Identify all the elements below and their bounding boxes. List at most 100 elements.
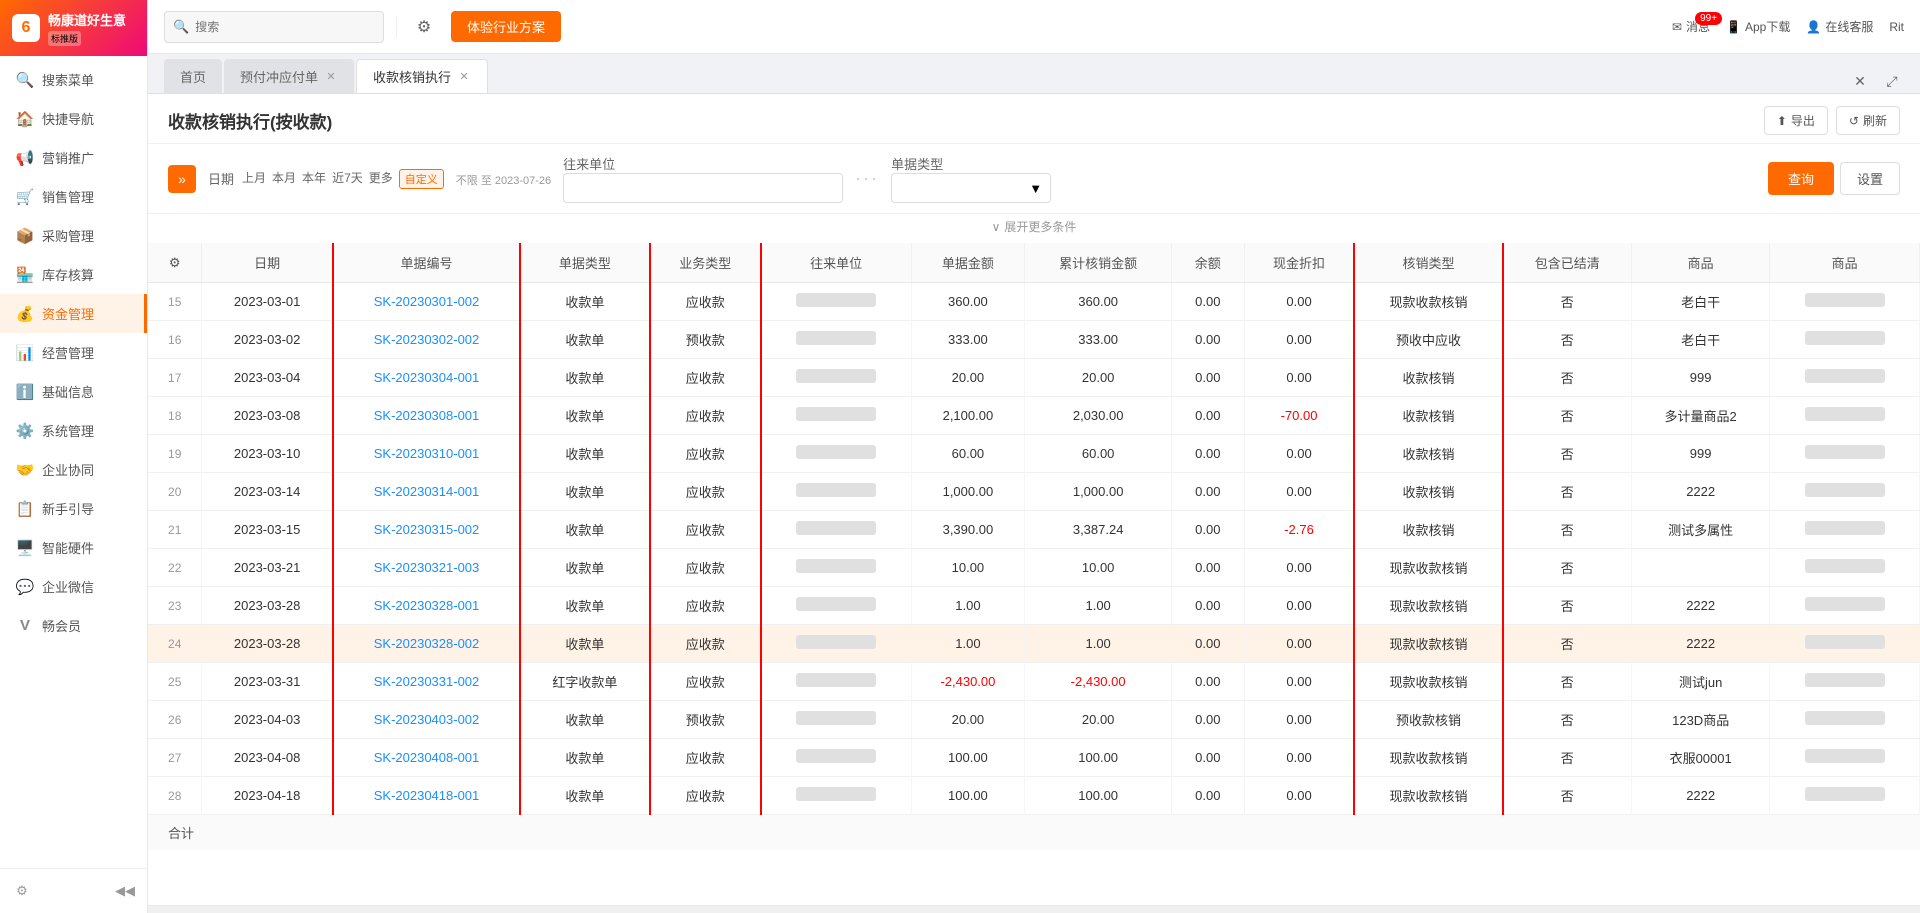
doc-no-link[interactable]: SK-20230418-001: [374, 788, 480, 803]
table-cell: [1770, 435, 1920, 473]
search-menu-icon: 🔍: [16, 71, 34, 89]
solution-btn[interactable]: 体验行业方案: [451, 11, 561, 42]
col-biz-type[interactable]: 业务类型: [650, 243, 761, 283]
filter-unit-input[interactable]: [563, 173, 843, 203]
maximize-btn[interactable]: ⤢: [1880, 69, 1904, 93]
sidebar-item-corp[interactable]: 🤝 企业协同: [0, 450, 147, 489]
settings-footer-btn[interactable]: ⚙: [8, 877, 36, 905]
table-cell: 收款单: [520, 739, 650, 777]
sidebar-item-basic[interactable]: ℹ️ 基础信息: [0, 372, 147, 411]
doc-no-link[interactable]: SK-20230403-002: [374, 712, 480, 727]
tab-home[interactable]: 首页: [164, 59, 222, 93]
topbar-search-input[interactable]: [195, 20, 375, 34]
table-cell: 否: [1503, 397, 1632, 435]
col-cancel-amount[interactable]: 累计核销金额: [1025, 243, 1172, 283]
table-cell: 333.00: [911, 321, 1025, 359]
table-row: 282023-04-18SK-20230418-001收款单应收款100.001…: [148, 777, 1920, 815]
doc-no-link[interactable]: SK-20230328-001: [374, 598, 480, 613]
table-cell: [1770, 359, 1920, 397]
table-cell: 25: [148, 663, 202, 701]
doc-no-link[interactable]: SK-20230308-001: [374, 408, 480, 423]
sidebar-item-wechat[interactable]: 💬 企业微信: [0, 567, 147, 606]
col-doc-type[interactable]: 单据类型: [520, 243, 650, 283]
refresh-btn[interactable]: ↺ 刷新: [1836, 106, 1900, 135]
sidebar-item-search[interactable]: 🔍 搜索菜单: [0, 60, 147, 99]
tab-receipt-cancel[interactable]: 收款核销执行 ✕: [356, 59, 488, 93]
tab-prepay[interactable]: 预付冲应付单 ✕: [224, 59, 354, 93]
topbar-gear-btn[interactable]: ⚙: [409, 12, 439, 42]
col-cash-discount[interactable]: 现金折扣: [1244, 243, 1354, 283]
sidebar-item-hardware[interactable]: 🖥️ 智能硬件: [0, 528, 147, 567]
user-name-btn[interactable]: Rit: [1889, 20, 1904, 34]
tab-prepay-close[interactable]: ✕: [324, 69, 338, 83]
doc-no-link[interactable]: SK-20230314-001: [374, 484, 480, 499]
doc-no-link[interactable]: SK-20230301-002: [374, 294, 480, 309]
doc-no-link[interactable]: SK-20230304-001: [374, 370, 480, 385]
col-include-settled[interactable]: 包含已结清: [1503, 243, 1632, 283]
sidebar-nav: 🔍 搜索菜单 🏠 快捷导航 📢 营销推广 🛒 销售管理 📦 采购管理 🏪 库存核…: [0, 56, 147, 868]
doc-no-link[interactable]: SK-20230321-003: [374, 560, 480, 575]
sidebar-item-finance[interactable]: 💰 资金管理: [0, 294, 147, 333]
table-cell: [761, 663, 911, 701]
filter-doc-type-select[interactable]: ▼: [891, 173, 1051, 203]
col-balance[interactable]: 余额: [1171, 243, 1244, 283]
date-this-year[interactable]: 本年: [302, 169, 326, 189]
table-cell: 2023-03-15: [202, 511, 333, 549]
col-unit[interactable]: 往来单位: [761, 243, 911, 283]
wechat-icon: 💬: [16, 578, 34, 596]
doc-no-link[interactable]: SK-20230310-001: [374, 446, 480, 461]
table-cell: 0.00: [1171, 435, 1244, 473]
table-cell: 2023-04-03: [202, 701, 333, 739]
table-cell: 应收款: [650, 663, 761, 701]
doc-no-link[interactable]: SK-20230302-002: [374, 332, 480, 347]
date-7days[interactable]: 近7天: [332, 169, 363, 189]
query-btn[interactable]: 查询: [1768, 162, 1834, 195]
table-cell: 0.00: [1171, 511, 1244, 549]
doc-no-link[interactable]: SK-20230315-002: [374, 522, 480, 537]
date-custom-tag[interactable]: 自定义: [399, 169, 444, 189]
table-cell: 123D商品: [1631, 701, 1769, 739]
date-this-month[interactable]: 本月: [272, 169, 296, 189]
phone-icon: 📱: [1726, 20, 1741, 34]
table-cell: [761, 511, 911, 549]
export-btn[interactable]: ⬆ 导出: [1764, 106, 1828, 135]
tab-receipt-cancel-close[interactable]: ✕: [457, 70, 471, 84]
date-last-month[interactable]: 上月: [242, 169, 266, 189]
sidebar-item-purchase[interactable]: 📦 采购管理: [0, 216, 147, 255]
col-amount[interactable]: 单据金额: [911, 243, 1025, 283]
topbar-search-box[interactable]: 🔍: [164, 11, 384, 43]
sidebar-item-quicknav[interactable]: 🏠 快捷导航: [0, 99, 147, 138]
col-product[interactable]: 商品: [1631, 243, 1769, 283]
sidebar-item-inventory[interactable]: 🏪 库存核算: [0, 255, 147, 294]
col-doc-no[interactable]: 单据编号: [333, 243, 520, 283]
collapse-sidebar-btn[interactable]: ◀◀: [111, 877, 139, 905]
sidebar-item-system[interactable]: ⚙️ 系统管理: [0, 411, 147, 450]
table-cell: [761, 777, 911, 815]
table-scrollbar[interactable]: [148, 905, 1920, 913]
col-cancel-type[interactable]: 核销类型: [1354, 243, 1502, 283]
doc-no-link[interactable]: SK-20230328-002: [374, 636, 480, 651]
sidebar-item-sales[interactable]: 🛒 销售管理: [0, 177, 147, 216]
sidebar-item-guide[interactable]: 📋 新手引导: [0, 489, 147, 528]
date-more[interactable]: 更多: [369, 169, 393, 189]
table-cell: 0.00: [1171, 283, 1244, 321]
table-cell: 20.00: [1025, 701, 1172, 739]
sidebar-item-operations[interactable]: 📊 经营管理: [0, 333, 147, 372]
col-date[interactable]: 日期: [202, 243, 333, 283]
online-service-btn[interactable]: 👤 在线客服: [1806, 18, 1873, 35]
filter-setting-btn[interactable]: 设置: [1840, 162, 1900, 195]
table-cell: 收款单: [520, 473, 650, 511]
filter-expand-btn[interactable]: »: [168, 165, 196, 193]
doc-no-link[interactable]: SK-20230408-001: [374, 750, 480, 765]
close-all-tabs-btn[interactable]: ✕: [1848, 69, 1872, 93]
table-cell: 0.00: [1244, 663, 1354, 701]
table-cell: 否: [1503, 587, 1632, 625]
col-product2[interactable]: 商品: [1770, 243, 1920, 283]
col-settings[interactable]: ⚙: [148, 243, 202, 283]
sidebar-item-member[interactable]: V 畅会员: [0, 606, 147, 645]
expand-more-btn[interactable]: ∨ 展开更多条件: [992, 218, 1077, 235]
sidebar-item-marketing[interactable]: 📢 营销推广: [0, 138, 147, 177]
app-download-btn[interactable]: 📱 App下载: [1726, 18, 1790, 35]
doc-no-link[interactable]: SK-20230331-002: [374, 674, 480, 689]
topbar-message-btn[interactable]: ✉ 消息 99+: [1672, 18, 1710, 35]
